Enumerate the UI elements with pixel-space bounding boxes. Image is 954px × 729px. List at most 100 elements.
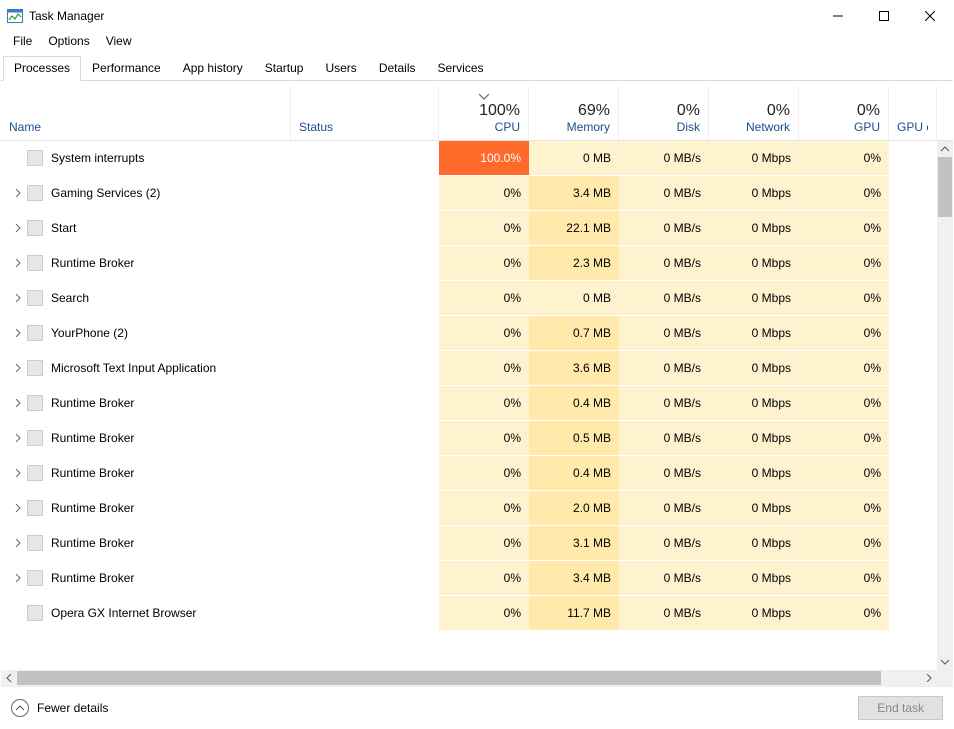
header-gpu-label: GPU	[807, 120, 880, 134]
header-gpu[interactable]: 0% GPU	[799, 87, 889, 140]
table-row[interactable]: Opera GX Internet Browser0%11.7 MB0 MB/s…	[1, 596, 937, 631]
scroll-down-icon[interactable]	[937, 654, 953, 670]
cell-name: Runtime Broker	[1, 526, 291, 560]
expander[interactable]	[9, 434, 27, 442]
expander[interactable]	[9, 224, 27, 232]
cell-cpu: 0%	[439, 176, 529, 210]
sort-chevron-icon	[479, 89, 489, 103]
expander[interactable]	[9, 364, 27, 372]
cell-status	[291, 526, 439, 560]
close-button[interactable]	[907, 1, 953, 31]
header-status[interactable]: Status	[291, 87, 439, 140]
fewer-details-label: Fewer details	[37, 701, 108, 715]
cell-cpu: 0%	[439, 246, 529, 280]
cell-name: Runtime Broker	[1, 561, 291, 595]
chevron-right-icon	[15, 259, 21, 267]
minimize-icon	[833, 11, 843, 21]
cell-gpu: 0%	[799, 421, 889, 455]
tabs: Processes Performance App history Startu…	[1, 55, 953, 81]
cell-memory: 3.6 MB	[529, 351, 619, 385]
tab-processes[interactable]: Processes	[3, 56, 81, 81]
tab-users[interactable]: Users	[314, 56, 367, 81]
header-name[interactable]: Name	[1, 87, 291, 140]
expander[interactable]	[9, 504, 27, 512]
tab-app-history[interactable]: App history	[172, 56, 254, 81]
cell-name: Opera GX Internet Browser	[1, 596, 291, 630]
header-status-label: Status	[299, 120, 430, 134]
scroll-left-icon[interactable]	[1, 670, 17, 686]
table-row[interactable]: Microsoft Text Input Application0%3.6 MB…	[1, 351, 937, 386]
table-row[interactable]: Runtime Broker0%3.1 MB0 MB/s0 Mbps0%	[1, 526, 937, 561]
process-icon	[27, 605, 43, 621]
table-row[interactable]: Gaming Services (2)0%3.4 MB0 MB/s0 Mbps0…	[1, 176, 937, 211]
cell-gpu-engine	[889, 386, 937, 420]
vscroll-track[interactable]	[937, 157, 953, 654]
process-name: Start	[51, 221, 76, 235]
cell-disk: 0 MB/s	[619, 456, 709, 490]
tab-services[interactable]: Services	[427, 56, 495, 81]
header-cpu[interactable]: 100% CPU	[439, 87, 529, 140]
vertical-scrollbar[interactable]	[937, 141, 953, 670]
tab-startup[interactable]: Startup	[254, 56, 315, 81]
tab-performance[interactable]: Performance	[81, 56, 172, 81]
cell-status	[291, 211, 439, 245]
cell-gpu: 0%	[799, 141, 889, 175]
hscroll-track[interactable]	[17, 670, 921, 686]
table-row[interactable]: Search0%0 MB0 MB/s0 Mbps0%	[1, 281, 937, 316]
table-row[interactable]: YourPhone (2)0%0.7 MB0 MB/s0 Mbps0%	[1, 316, 937, 351]
hscroll-thumb[interactable]	[17, 671, 881, 685]
header-gpu-engine[interactable]: GPU eng	[889, 87, 937, 140]
process-name: Gaming Services (2)	[51, 186, 160, 200]
table-row[interactable]: Runtime Broker0%2.0 MB0 MB/s0 Mbps0%	[1, 491, 937, 526]
header-network[interactable]: 0% Network	[709, 87, 799, 140]
table-row[interactable]: Runtime Broker0%0.4 MB0 MB/s0 Mbps0%	[1, 386, 937, 421]
vscroll-thumb[interactable]	[938, 157, 952, 217]
expander[interactable]	[9, 574, 27, 582]
cell-memory: 0.4 MB	[529, 386, 619, 420]
cell-cpu: 0%	[439, 316, 529, 350]
fewer-details-button[interactable]: Fewer details	[11, 699, 108, 717]
end-task-button[interactable]: End task	[858, 696, 943, 720]
cell-network: 0 Mbps	[709, 386, 799, 420]
cell-network: 0 Mbps	[709, 561, 799, 595]
expander[interactable]	[9, 399, 27, 407]
header-cpu-value: 100%	[447, 102, 520, 120]
menu-view[interactable]: View	[98, 32, 140, 50]
menu-file[interactable]: File	[5, 32, 40, 50]
header-memory[interactable]: 69% Memory	[529, 87, 619, 140]
expander[interactable]	[9, 259, 27, 267]
expander[interactable]	[9, 329, 27, 337]
scroll-up-icon[interactable]	[937, 141, 953, 157]
tab-details[interactable]: Details	[368, 56, 427, 81]
horizontal-scrollbar[interactable]	[1, 670, 953, 686]
expander[interactable]	[9, 469, 27, 477]
maximize-button[interactable]	[861, 1, 907, 31]
table-row[interactable]: Start0%22.1 MB0 MB/s0 Mbps0%	[1, 211, 937, 246]
cell-name: Microsoft Text Input Application	[1, 351, 291, 385]
cell-status	[291, 491, 439, 525]
process-name: System interrupts	[51, 151, 144, 165]
maximize-icon	[879, 11, 889, 21]
expander[interactable]	[9, 539, 27, 547]
header-disk[interactable]: 0% Disk	[619, 87, 709, 140]
expander[interactable]	[9, 189, 27, 197]
cell-memory: 0.5 MB	[529, 421, 619, 455]
expander[interactable]	[9, 294, 27, 302]
menu-options[interactable]: Options	[40, 32, 97, 50]
header-disk-value: 0%	[627, 102, 700, 120]
scroll-right-icon[interactable]	[921, 670, 937, 686]
scroll-corner	[937, 670, 953, 686]
cell-gpu-engine	[889, 246, 937, 280]
cell-disk: 0 MB/s	[619, 351, 709, 385]
table-row[interactable]: System interrupts100.0%0 MB0 MB/s0 Mbps0…	[1, 141, 937, 176]
table-row[interactable]: Runtime Broker0%3.4 MB0 MB/s0 Mbps0%	[1, 561, 937, 596]
process-grid: Name Status 100% CPU 69% Memory 0% Disk	[1, 87, 953, 686]
table-row[interactable]: Runtime Broker0%0.4 MB0 MB/s0 Mbps0%	[1, 456, 937, 491]
process-icon	[27, 220, 43, 236]
chevron-right-icon	[15, 364, 21, 372]
table-row[interactable]: Runtime Broker0%0.5 MB0 MB/s0 Mbps0%	[1, 421, 937, 456]
cell-cpu: 0%	[439, 526, 529, 560]
minimize-button[interactable]	[815, 1, 861, 31]
cell-disk: 0 MB/s	[619, 421, 709, 455]
table-row[interactable]: Runtime Broker0%2.3 MB0 MB/s0 Mbps0%	[1, 246, 937, 281]
